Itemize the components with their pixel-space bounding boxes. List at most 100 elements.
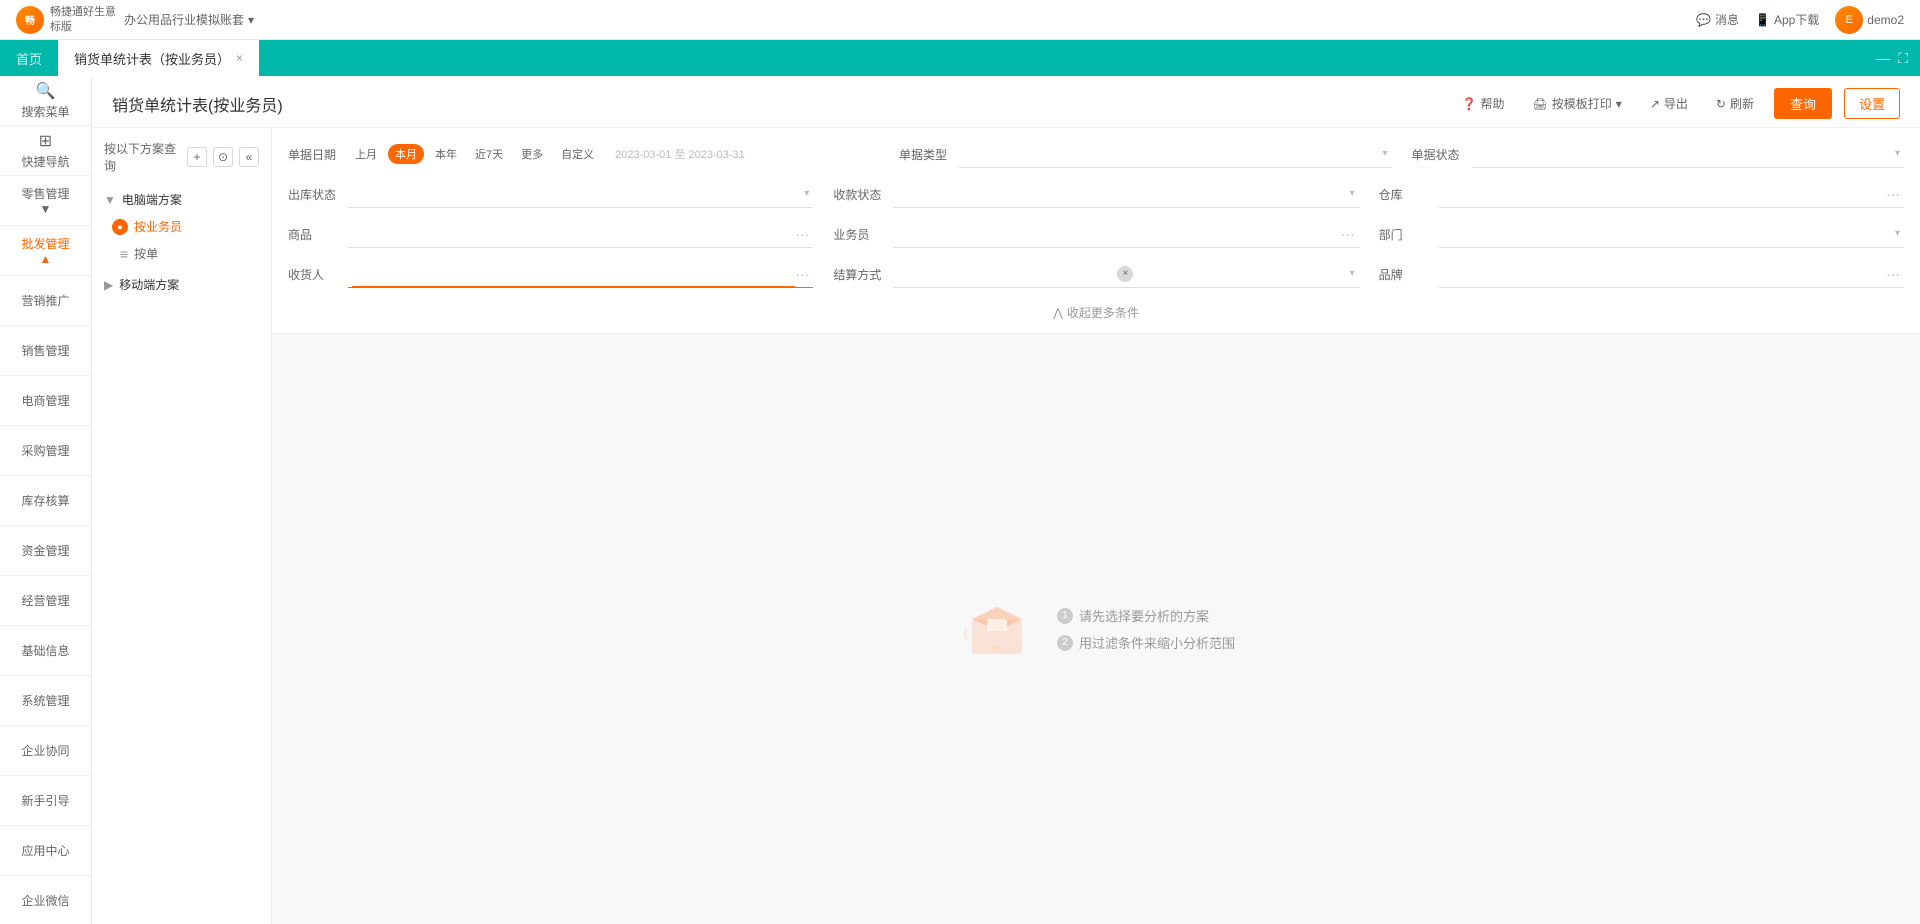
sidebar-item-basic[interactable]: 基础信息 (0, 626, 91, 676)
settings-btn[interactable]: 设置 (1844, 88, 1900, 119)
tab-close-icon[interactable]: × (236, 51, 243, 65)
receipt-status-select[interactable]: ▾ (893, 180, 1358, 208)
app-download-btn[interactable]: 📱 App下载 (1755, 11, 1819, 28)
page-actions: ❓ 帮助 🖨 按模板打印 ▾ ↗ 导出 ↻ 刷新 查询 设置 (1454, 88, 1900, 119)
tab-minimize-icon[interactable]: — (1876, 50, 1890, 66)
tab-home[interactable]: 首页 (0, 40, 58, 76)
doc-type-select[interactable]: ▾ (959, 140, 1392, 168)
sidebar-item-marketing[interactable]: 营销推广 (0, 276, 91, 326)
empty-tips: 1 请先选择要分析的方案 2 用过滤条件来缩小分析范围 (1057, 606, 1235, 652)
message-btn[interactable]: 💬 消息 (1696, 11, 1739, 28)
edit-scheme-btn[interactable]: ⊙ (213, 147, 233, 167)
sidebar-item-operations[interactable]: 经营管理 (0, 576, 91, 626)
salesperson-select[interactable]: ··· (893, 220, 1358, 248)
recipient-dots: ··· (795, 266, 809, 282)
template-print-btn[interactable]: 🖨 按模板打印 ▾ (1525, 91, 1630, 116)
department-chevron: ▾ (1895, 228, 1900, 239)
sidebar-item-sales[interactable]: 销售管理 (0, 326, 91, 376)
brand-select[interactable]: ··· (1439, 260, 1904, 288)
tab-expand-icon[interactable]: ⛶ (1898, 50, 1908, 67)
sidebar-item-apps[interactable]: 应用中心 (0, 826, 91, 876)
warehouse-select[interactable]: ··· (1439, 180, 1904, 208)
sidebar-item-inventory[interactable]: 库存核算 (0, 476, 91, 526)
user-avatar-area[interactable]: E demo2 (1835, 6, 1904, 34)
sidebar-item-quick-nav[interactable]: ⊞ 快捷导航 (0, 126, 91, 176)
date-btn-last-7[interactable]: 近7天 (468, 144, 510, 164)
export-btn[interactable]: ↗ 导出 (1642, 91, 1696, 116)
filter-row-1: 单据日期 上月 本月 本年 近7天 更多 自定义 2023-03-01 至 20… (288, 140, 1904, 168)
date-btn-more[interactable]: 更多 (514, 144, 550, 164)
mobile-chevron-icon: ▶ (104, 278, 113, 292)
recipient-label: 收货人 (288, 266, 340, 283)
goods-select[interactable]: ··· (348, 220, 813, 248)
tab-sales-stat[interactable]: 销货单统计表（按业务员） × (58, 40, 259, 76)
settlement-label: 结算方式 (833, 266, 885, 283)
department-label: 部门 (1379, 226, 1431, 243)
tab-bar-right: — ⛶ (1876, 50, 1920, 67)
desktop-chevron-icon: ▼ (104, 193, 116, 207)
doc-status-chevron: ▾ (1895, 148, 1900, 159)
filter-row-2: 出库状态 ▾ 收款状态 ▾ (288, 180, 1904, 208)
doc-status-select[interactable]: ▾ (1472, 140, 1905, 168)
sidebar-item-system[interactable]: 系统管理 (0, 676, 91, 726)
recipient-input[interactable]: ··· (348, 260, 813, 288)
message-icon: 💬 (1696, 13, 1711, 27)
refresh-icon: ↻ (1716, 97, 1726, 111)
doc-type-label: 单据类型 (899, 146, 951, 163)
scheme-item-salesperson[interactable]: ● 按业务员 (92, 213, 271, 240)
date-btn-custom[interactable]: 自定义 (554, 144, 601, 164)
sidebar-item-retail[interactable]: 零售管理 ▼ (0, 176, 91, 226)
desktop-scheme-header[interactable]: ▼ 电脑端方案 (92, 186, 271, 213)
sidebar-item-ecommerce[interactable]: 电商管理 (0, 376, 91, 426)
department-select[interactable]: ▾ (1439, 220, 1904, 248)
filter-fields: 单据日期 上月 本月 本年 近7天 更多 自定义 2023-03-01 至 20… (272, 128, 1920, 334)
settlement-select[interactable]: × ▾ (893, 260, 1358, 288)
field-goods: 商品 ··· (288, 220, 833, 248)
goods-dots: ··· (795, 226, 809, 242)
recipient-text-input[interactable] (352, 260, 795, 288)
selector-chevron: ▾ (248, 13, 254, 27)
date-btn-last-month[interactable]: 上月 (348, 144, 384, 164)
query-panel: 按以下方案查询 + ⊙ « ▼ 电脑端方案 ● 按业务员 (92, 128, 272, 924)
collapse-panel-btn[interactable]: « (239, 147, 259, 167)
field-brand: 品牌 ··· (1379, 260, 1904, 288)
filter-row-4: 收货人 ··· 结算方式 × ▾ (288, 260, 1904, 288)
brand-label: 品牌 (1379, 266, 1431, 283)
scheme-sub-item-by-doc[interactable]: ≡ 按单 (92, 240, 271, 267)
field-department: 部门 ▾ (1379, 220, 1904, 248)
sidebar-item-wholesale[interactable]: 批发管理 ▲ (0, 226, 91, 276)
sidebar-item-purchase[interactable]: 采购管理 (0, 426, 91, 476)
export-icon: ↗ (1650, 97, 1660, 111)
field-doc-type: 单据类型 ▾ (899, 140, 1412, 168)
collapse-filters-btn[interactable]: ⋀ 收起更多条件 (288, 300, 1904, 321)
warehouse-dots: ··· (1886, 186, 1900, 202)
salesperson-label: 业务员 (833, 226, 885, 243)
date-btn-this-month[interactable]: 本月 (388, 144, 424, 164)
query-btn[interactable]: 查询 (1774, 88, 1832, 119)
add-scheme-btn[interactable]: + (187, 147, 207, 167)
refresh-btn[interactable]: ↻ 刷新 (1708, 91, 1762, 116)
tip-num-1: 1 (1057, 608, 1073, 624)
filter-right: 单据日期 上月 本月 本年 近7天 更多 自定义 2023-03-01 至 20… (272, 128, 1920, 924)
sidebar-item-finance[interactable]: 资金管理 (0, 526, 91, 576)
sidebar-item-enterprise[interactable]: 企业协同 (0, 726, 91, 776)
search-icon: 🔍 (36, 81, 56, 101)
account-selector[interactable]: 办公用品行业模拟账套 ▾ (124, 11, 254, 28)
sidebar-item-newbie[interactable]: 新手引导 (0, 776, 91, 826)
empty-tip-2: 2 用过滤条件来缩小分析范围 (1057, 633, 1235, 652)
quick-nav-icon: ⊞ (39, 131, 52, 151)
collapse-chevron-icon: ⋀ (1053, 306, 1063, 320)
sidebar-item-wechat[interactable]: 企业微信 (0, 876, 91, 924)
print-icon: 🖨 (1533, 97, 1548, 111)
empty-box-icon (957, 589, 1037, 669)
settlement-clear-btn[interactable]: × (1117, 266, 1133, 282)
goods-label: 商品 (288, 226, 340, 243)
empty-state-content: 1 请先选择要分析的方案 2 用过滤条件来缩小分析范围 (957, 589, 1235, 669)
date-label: 单据日期 (288, 146, 340, 163)
salesperson-scheme-icon: ● (112, 219, 128, 235)
mobile-scheme-header[interactable]: ▶ 移动端方案 (92, 271, 271, 298)
out-status-select[interactable]: ▾ (348, 180, 813, 208)
sidebar-item-search[interactable]: 🔍 搜索菜单 (0, 76, 91, 126)
help-btn[interactable]: ❓ 帮助 (1454, 91, 1513, 116)
date-btn-this-year[interactable]: 本年 (428, 144, 464, 164)
